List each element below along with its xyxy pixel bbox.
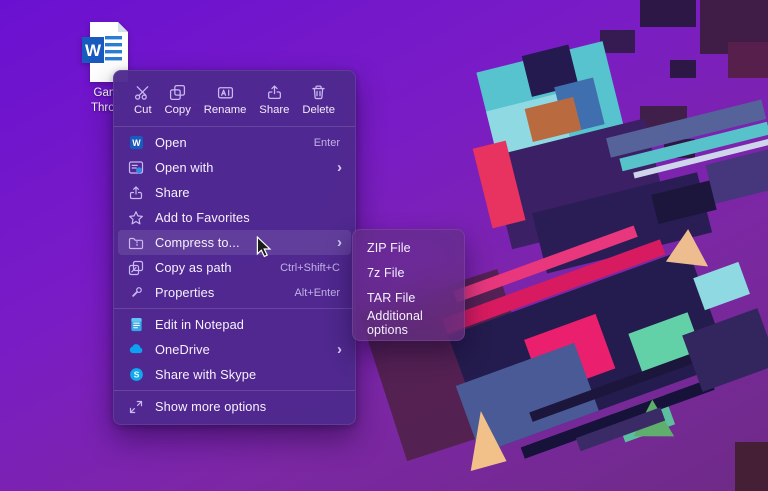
- submenu-item-tar-file[interactable]: TAR File: [357, 285, 460, 310]
- cut-button[interactable]: Cut: [130, 82, 156, 118]
- chevron-right-icon: ›: [337, 158, 342, 176]
- menu-item-label: Compress to...: [155, 235, 240, 250]
- menu-item-label: Add to Favorites: [155, 210, 250, 225]
- delete-button[interactable]: Delete: [298, 82, 339, 118]
- menu-item-label: Show more options: [155, 399, 267, 414]
- copy-as-path-icon: [128, 260, 144, 276]
- menu-item-label: Open: [155, 135, 187, 150]
- rename-icon: [217, 87, 233, 99]
- word-icon: W: [128, 135, 144, 151]
- cut-label: Cut: [134, 104, 152, 116]
- menu-item-label: Properties: [155, 285, 215, 300]
- show-more-icon: [128, 399, 144, 415]
- menu-item-copy-as-path[interactable]: Copy as path Ctrl+Shift+C: [118, 255, 351, 280]
- submenu-item-zip-file[interactable]: ZIP File: [357, 235, 460, 260]
- svg-text:W: W: [85, 41, 102, 60]
- share-icon: [128, 185, 144, 201]
- separator: [114, 390, 355, 391]
- submenu-item-additional-options[interactable]: Additional options: [357, 308, 460, 337]
- submenu-item-7z-file[interactable]: 7z File: [357, 260, 460, 285]
- accelerator: Alt+Enter: [294, 286, 340, 299]
- delete-icon: [312, 85, 325, 100]
- copy-label: Copy: [164, 104, 191, 116]
- submenu-item-label: Additional options: [367, 308, 423, 337]
- wallpaper-corner-block: [735, 442, 768, 491]
- quick-actions-row: Cut Copy Rename Share Delete: [114, 76, 355, 123]
- rename-button[interactable]: Rename: [200, 82, 251, 118]
- menu-item-label: Edit in Notepad: [155, 317, 245, 332]
- chevron-right-icon: ›: [337, 340, 342, 358]
- skype-icon: S: [128, 367, 144, 383]
- menu-item-share[interactable]: Share: [118, 180, 351, 205]
- mouse-cursor: [256, 236, 272, 258]
- menu-item-compress-to[interactable]: Compress to... ›: [118, 230, 351, 255]
- star-icon: [128, 210, 144, 226]
- menu-item-label: Open with: [155, 160, 214, 175]
- cut-icon: [135, 86, 149, 100]
- compress-icon: [128, 235, 144, 251]
- compress-submenu: ZIP File 7z File TAR File Additional opt…: [352, 229, 465, 341]
- share-icon: [267, 85, 281, 99]
- menu-item-label: OneDrive: [155, 342, 210, 357]
- menu-item-open-with[interactable]: Open with ›: [118, 155, 351, 180]
- chevron-right-icon: ›: [337, 233, 342, 251]
- submenu-item-label: 7z File: [367, 265, 405, 280]
- submenu-item-label: TAR File: [367, 290, 416, 305]
- menu-item-label: Share with Skype: [155, 367, 257, 382]
- menu-item-label: Copy as path: [155, 260, 232, 275]
- submenu-item-label: ZIP File: [367, 240, 411, 255]
- accelerator: Enter: [313, 136, 340, 149]
- svg-text:W: W: [132, 138, 141, 148]
- menu-item-add-to-favorites[interactable]: Add to Favorites: [118, 205, 351, 230]
- menu-item-label: Share: [155, 185, 190, 200]
- share-button[interactable]: Share: [255, 82, 293, 118]
- notepad-icon: [128, 317, 144, 333]
- wrench-icon: [128, 285, 144, 301]
- accelerator: Ctrl+Shift+C: [280, 261, 340, 274]
- menu-item-properties[interactable]: Properties Alt+Enter: [118, 280, 351, 305]
- separator: [114, 308, 355, 309]
- menu-item-onedrive[interactable]: OneDrive ›: [118, 337, 351, 362]
- copy-button[interactable]: Copy: [160, 82, 194, 118]
- menu-item-show-more-options[interactable]: Show more options: [118, 394, 351, 419]
- svg-text:S: S: [133, 370, 139, 380]
- desktop: W Gam Throu Cut Copy Rename Share Delete…: [0, 0, 768, 491]
- context-menu: Cut Copy Rename Share Delete W Open Ente…: [113, 70, 356, 425]
- onedrive-cloud-icon: [128, 342, 144, 358]
- delete-label: Delete: [302, 104, 335, 116]
- rename-label: Rename: [203, 104, 247, 116]
- copy-icon: [170, 84, 186, 101]
- share-label: Share: [259, 104, 290, 116]
- menu-item-edit-in-notepad[interactable]: Edit in Notepad: [118, 312, 351, 337]
- menu-item-open[interactable]: W Open Enter: [118, 130, 351, 155]
- separator: [114, 126, 355, 127]
- open-with-icon: [128, 160, 144, 176]
- menu-item-share-with-skype[interactable]: S Share with Skype: [118, 362, 351, 387]
